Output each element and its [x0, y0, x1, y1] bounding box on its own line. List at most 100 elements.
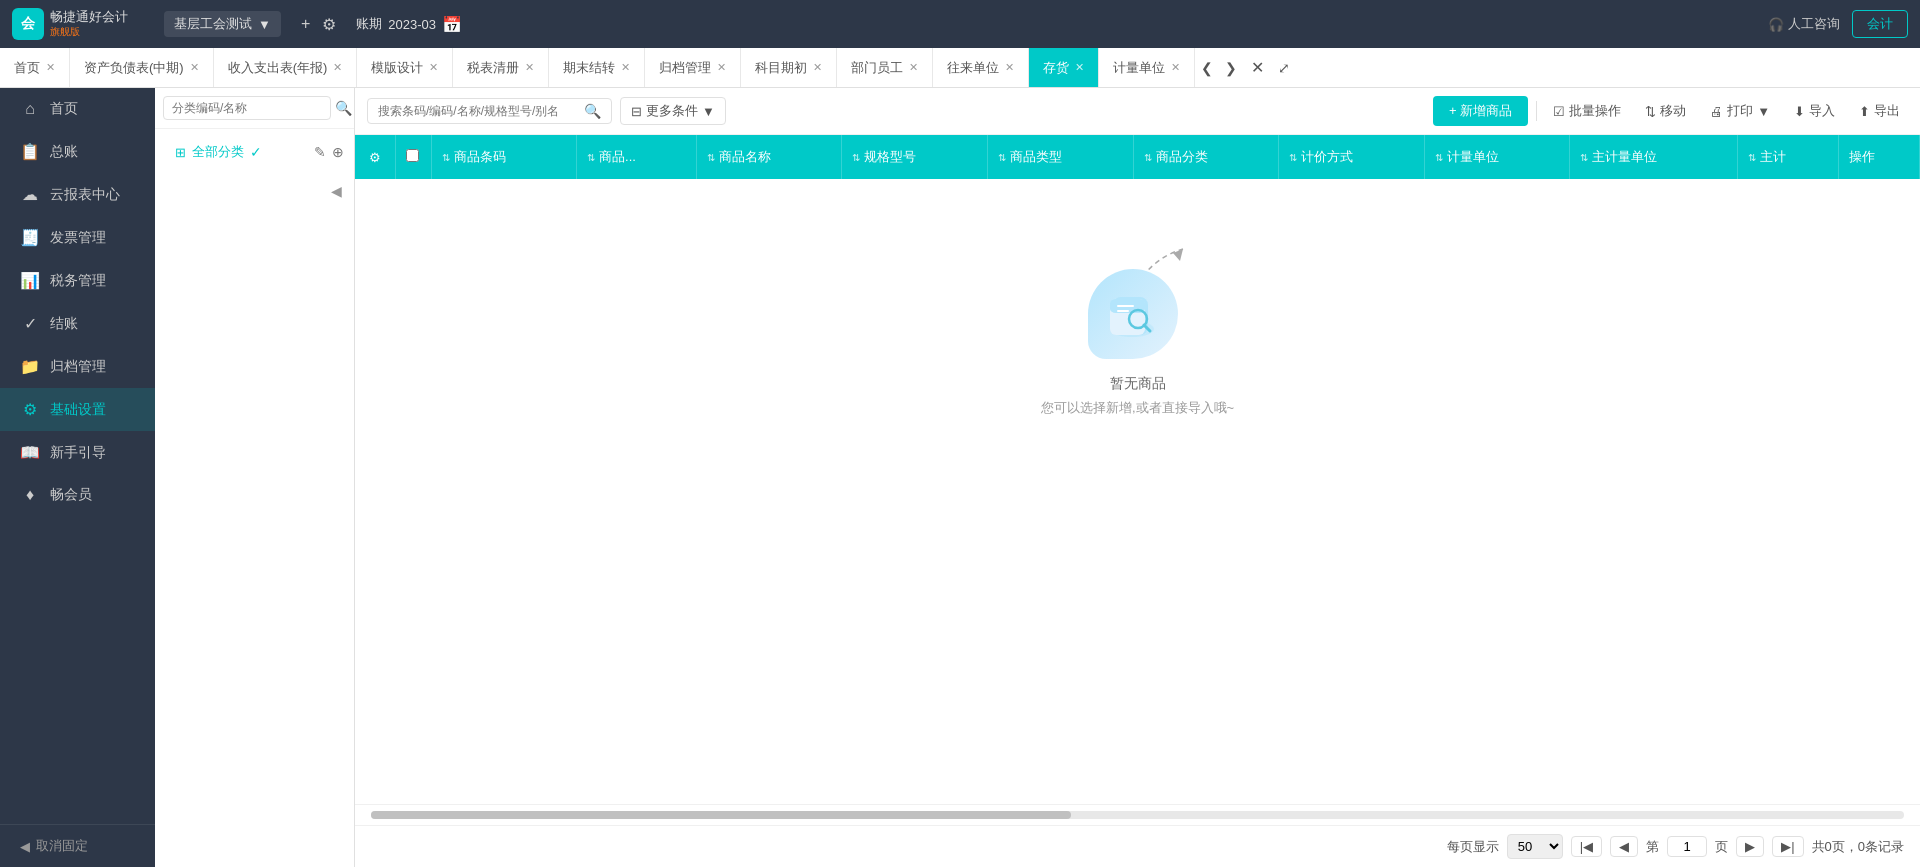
horizontal-scrollbar[interactable] [355, 804, 1920, 825]
tab-income-expense[interactable]: 收入支出表(年报) ✕ [214, 48, 358, 88]
account-button[interactable]: 会计 [1852, 10, 1908, 38]
sidebar-item-home[interactable]: ⌂ 首页 [0, 88, 155, 130]
more-filter-label: 更多条件 [646, 102, 698, 120]
tab-next-button[interactable]: ❯ [1219, 48, 1243, 88]
app-edition: 旗舰版 [50, 25, 128, 39]
category-search-button[interactable]: 🔍 [331, 100, 356, 116]
tab-period-carryover[interactable]: 期末结转 ✕ [549, 48, 645, 88]
search-submit-button[interactable]: 🔍 [584, 103, 601, 119]
svg-marker-0 [1173, 249, 1183, 261]
sort-icon: ⇅ [442, 152, 450, 163]
per-page-select[interactable]: 50 100 200 [1507, 834, 1563, 859]
filter-icon: ⊟ [631, 104, 642, 119]
export-button[interactable]: ⬆ 导出 [1851, 98, 1908, 124]
sidebar-unpin-button[interactable]: ◀ 取消固定 [0, 824, 155, 867]
collapse-panel-button[interactable]: ◀ [327, 179, 346, 203]
edit-category-button[interactable]: ✎ [314, 144, 326, 160]
ledger-icon: 📋 [20, 142, 40, 161]
category-search-input[interactable] [163, 96, 331, 120]
chevron-down-icon: ▼ [702, 104, 715, 119]
sidebar-item-invoice[interactable]: 🧾 发票管理 [0, 216, 155, 259]
select-all-checkbox[interactable] [406, 149, 419, 162]
sidebar-item-checkout[interactable]: ✓ 结账 [0, 302, 155, 345]
type-column-header[interactable]: ⇅商品类型 [987, 135, 1133, 179]
column-label: 操作 [1849, 149, 1875, 164]
checkbox-column-header[interactable] [395, 135, 431, 179]
tab-close-icon[interactable]: ✕ [621, 62, 630, 73]
page-label: 第 [1646, 838, 1659, 856]
workspace-selector[interactable]: 基层工会测试 ▼ [164, 11, 281, 37]
more-filter-button[interactable]: ⊟ 更多条件 ▼ [620, 97, 726, 125]
main-calc-column-header[interactable]: ⇅主计 [1738, 135, 1839, 179]
all-categories[interactable]: ⊞ 全部分类 ✓ [165, 137, 272, 167]
settings-icon: ⚙ [20, 400, 40, 419]
tab-counterparty[interactable]: 往来单位 ✕ [933, 48, 1029, 88]
separator [1536, 101, 1537, 121]
move-button[interactable]: ⇅ 移动 [1637, 98, 1694, 124]
sidebar-item-membership[interactable]: ♦ 畅会员 [0, 474, 155, 516]
scroll-thumb[interactable] [371, 811, 1071, 819]
name-column-header[interactable]: ⇅商品名称 [696, 135, 842, 179]
barcode-column-header[interactable]: ⇅商品条码 [431, 135, 577, 179]
calendar-icon[interactable]: 📅 [442, 15, 462, 34]
add-category-button[interactable]: ⊕ [332, 144, 344, 160]
sidebar-item-archive[interactable]: 📁 归档管理 [0, 345, 155, 388]
category-column-header[interactable]: ⇅商品分类 [1133, 135, 1279, 179]
tab-close-icon[interactable]: ✕ [1075, 62, 1084, 73]
tab-close-icon[interactable]: ✕ [1005, 62, 1014, 73]
search-input[interactable] [378, 104, 578, 118]
next-page-button[interactable]: ▶ [1736, 836, 1764, 857]
support-button[interactable]: 🎧 人工咨询 [1768, 15, 1840, 33]
tab-inventory[interactable]: 存货 ✕ [1029, 48, 1099, 88]
tab-close-icon[interactable]: ✕ [190, 62, 199, 73]
sidebar-item-ledger[interactable]: 📋 总账 [0, 130, 155, 173]
export-label: 导出 [1874, 102, 1900, 120]
sidebar-item-label: 首页 [50, 100, 78, 118]
last-page-button[interactable]: ▶| [1772, 836, 1803, 857]
tab-close-icon[interactable]: ✕ [46, 62, 55, 73]
sidebar-item-tax[interactable]: 📊 税务管理 [0, 259, 155, 302]
page-number-input[interactable] [1667, 836, 1707, 857]
tab-close-icon[interactable]: ✕ [1171, 62, 1180, 73]
tab-close-icon[interactable]: ✕ [333, 62, 342, 73]
tab-balance-sheet[interactable]: 资产负债表(中期) ✕ [70, 48, 214, 88]
sidebar-item-basic-settings[interactable]: ⚙ 基础设置 [0, 388, 155, 431]
tab-measurement-unit[interactable]: 计量单位 ✕ [1099, 48, 1195, 88]
settings-button[interactable]: ⚙ [322, 15, 336, 34]
pricing-column-header[interactable]: ⇅计价方式 [1279, 135, 1425, 179]
sidebar-item-cloud-reports[interactable]: ☁ 云报表中心 [0, 173, 155, 216]
sidebar-item-beginner-guide[interactable]: 📖 新手引导 [0, 431, 155, 474]
tab-archive-management[interactable]: 归档管理 ✕ [645, 48, 741, 88]
tab-prev-button[interactable]: ❮ [1195, 48, 1219, 88]
tab-close-icon[interactable]: ✕ [525, 62, 534, 73]
unit-column-header[interactable]: ⇅计量单位 [1424, 135, 1570, 179]
batch-operation-button[interactable]: ☑ 批量操作 [1545, 98, 1629, 124]
spec-column-header[interactable]: ⇅规格型号 [842, 135, 988, 179]
arrow-left-icon: ◀ [20, 839, 30, 854]
membership-icon: ♦ [20, 486, 40, 504]
tab-tax-form[interactable]: 税表清册 ✕ [453, 48, 549, 88]
tab-expand-button[interactable]: ⤢ [1272, 48, 1296, 88]
prev-page-button[interactable]: ◀ [1610, 836, 1638, 857]
pagination-bar: 每页显示 50 100 200 |◀ ◀ 第 页 ▶ ▶| 共0页，0条记录 [355, 825, 1920, 867]
tab-close-icon[interactable]: ✕ [909, 62, 918, 73]
code-column-header[interactable]: ⇅商品... [577, 135, 697, 179]
print-button[interactable]: 🖨 打印 ▼ [1702, 98, 1778, 124]
first-page-button[interactable]: |◀ [1571, 836, 1602, 857]
add-product-button[interactable]: + 新增商品 [1433, 96, 1528, 126]
import-button[interactable]: ⬇ 导入 [1786, 98, 1843, 124]
content-area: 🔍 ⊞ 全部分类 ✓ ✎ ⊕ ◀ [155, 88, 1920, 867]
tab-close-all-button[interactable]: ✕ [1243, 48, 1272, 88]
tab-close-icon[interactable]: ✕ [717, 62, 726, 73]
main-unit-column-header[interactable]: ⇅主计量单位 [1570, 135, 1738, 179]
tab-template-design[interactable]: 模版设计 ✕ [357, 48, 453, 88]
tab-close-icon[interactable]: ✕ [813, 62, 822, 73]
tab-close-icon[interactable]: ✕ [429, 62, 438, 73]
settings-column-header[interactable]: ⚙ [355, 135, 395, 179]
add-tab-button[interactable]: + [301, 15, 310, 33]
tab-subject-initial[interactable]: 科目期初 ✕ [741, 48, 837, 88]
main-layout: ⌂ 首页 📋 总账 ☁ 云报表中心 🧾 发票管理 📊 税务管理 ✓ 结账 📁 归… [0, 88, 1920, 867]
archive-icon: 📁 [20, 357, 40, 376]
tab-homepage[interactable]: 首页 ✕ [0, 48, 70, 88]
tab-department-staff[interactable]: 部门员工 ✕ [837, 48, 933, 88]
